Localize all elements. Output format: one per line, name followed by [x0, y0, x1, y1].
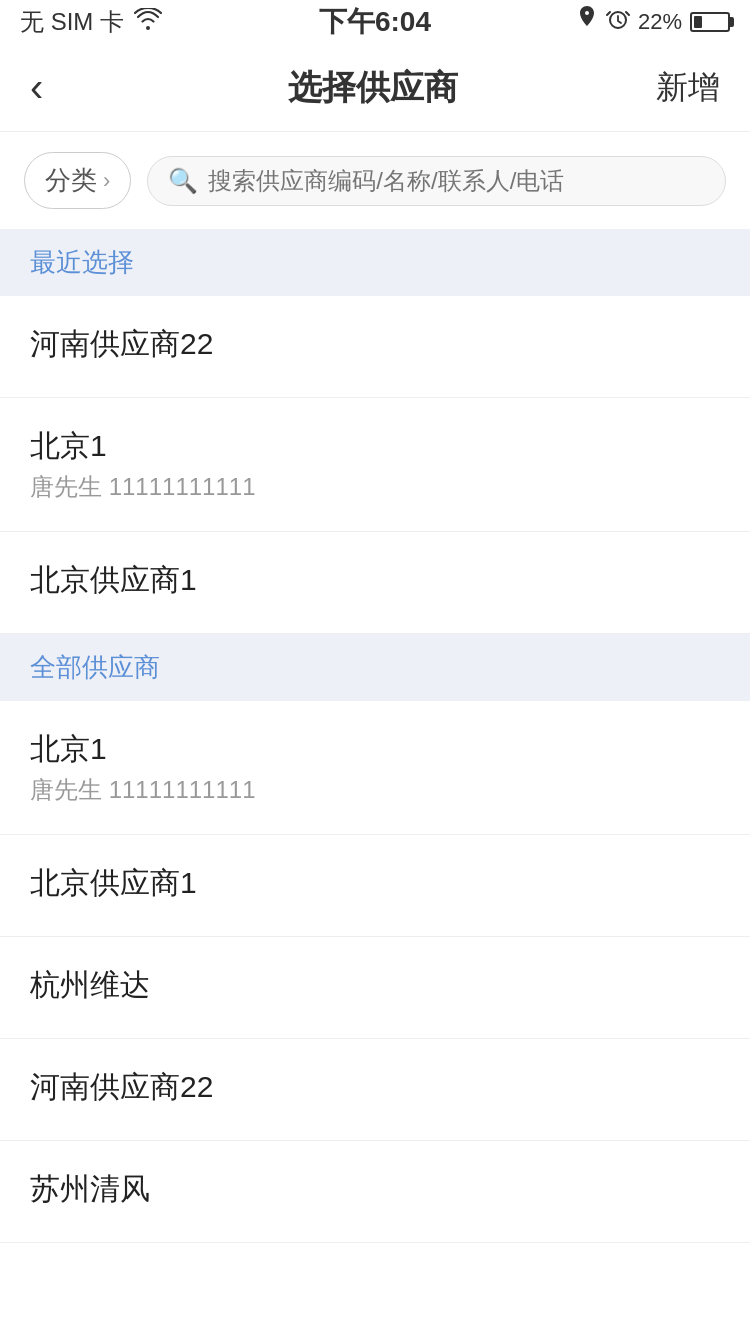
- list-item[interactable]: 河南供应商22: [0, 1039, 750, 1141]
- item-sub: 唐先生 11111111111: [30, 471, 720, 503]
- filter-bar: 分类 › 🔍: [0, 132, 750, 229]
- list-item[interactable]: 杭州维达: [0, 937, 750, 1039]
- list-item[interactable]: 北京供应商1: [0, 835, 750, 937]
- location-icon: [576, 6, 598, 38]
- recent-section-label: 最近选择: [30, 247, 134, 277]
- status-time: 下午6:04: [319, 3, 431, 41]
- category-filter-button[interactable]: 分类 ›: [24, 152, 131, 209]
- item-name: 北京1: [30, 729, 720, 770]
- wifi-icon: [134, 8, 162, 36]
- list-item[interactable]: 北京1 唐先生 11111111111: [0, 701, 750, 835]
- list-item[interactable]: 苏州清风: [0, 1141, 750, 1243]
- page-title: 选择供应商: [288, 65, 458, 111]
- alarm-icon: [606, 7, 630, 37]
- list-item[interactable]: 北京供应商1: [0, 532, 750, 634]
- list-item[interactable]: 北京1 唐先生 11111111111: [0, 398, 750, 532]
- all-section-label: 全部供应商: [30, 652, 160, 682]
- recent-list: 河南供应商22 北京1 唐先生 11111111111 北京供应商1: [0, 296, 750, 634]
- search-input[interactable]: [208, 167, 705, 195]
- item-name: 北京供应商1: [30, 863, 720, 904]
- item-name: 苏州清风: [30, 1169, 720, 1210]
- battery-icon: [690, 12, 730, 32]
- item-sub: 唐先生 11111111111: [30, 774, 720, 806]
- item-name: 北京供应商1: [30, 560, 720, 601]
- item-name: 河南供应商22: [30, 324, 720, 365]
- recent-section-header: 最近选择: [0, 229, 750, 296]
- search-icon: 🔍: [168, 167, 198, 195]
- add-button[interactable]: 新增: [656, 66, 720, 110]
- status-right: 22%: [576, 6, 730, 38]
- item-name: 北京1: [30, 426, 720, 467]
- back-button[interactable]: ‹: [30, 65, 90, 110]
- status-left: 无 SIM 卡: [20, 6, 162, 38]
- list-item[interactable]: 河南供应商22: [0, 296, 750, 398]
- all-section-header: 全部供应商: [0, 634, 750, 701]
- all-list: 北京1 唐先生 11111111111 北京供应商1 杭州维达河南供应商22 苏州清风: [0, 701, 750, 1243]
- battery-percentage: 22%: [638, 9, 682, 35]
- nav-bar: ‹ 选择供应商 新增: [0, 44, 750, 132]
- item-name: 杭州维达: [30, 965, 720, 1006]
- search-box[interactable]: 🔍: [147, 156, 726, 206]
- carrier-label: 无 SIM 卡: [20, 6, 124, 38]
- chevron-right-icon: ›: [103, 168, 110, 194]
- category-label: 分类: [45, 163, 97, 198]
- status-bar: 无 SIM 卡 下午6:04 22%: [0, 0, 750, 44]
- item-name: 河南供应商22: [30, 1067, 720, 1108]
